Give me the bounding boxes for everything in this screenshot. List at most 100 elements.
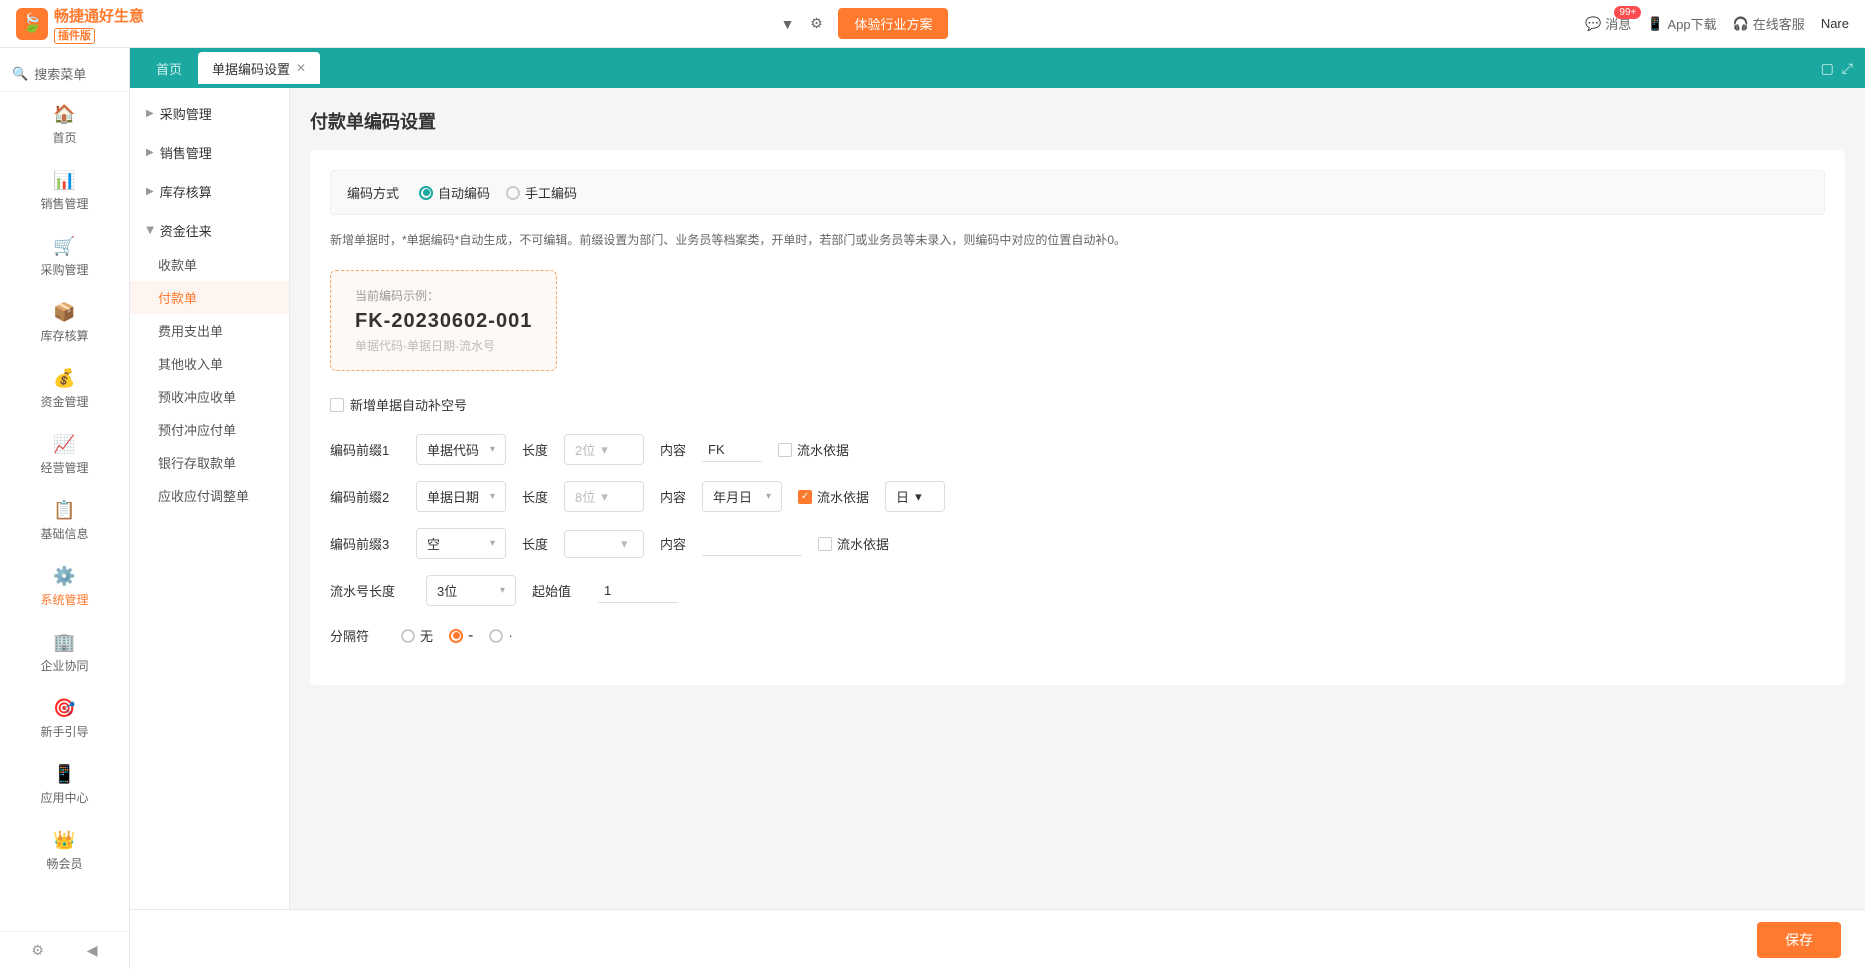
prefix1-select[interactable]: 单据代码 ▾: [416, 434, 506, 465]
nav-dropdown[interactable]: ▼: [781, 16, 795, 32]
sidebar-item-label: 销售管理: [40, 195, 88, 212]
sub-nav-header-sales[interactable]: ▶ 销售管理: [130, 135, 289, 170]
prefix1-label: 编码前缀1: [330, 440, 400, 459]
prefix2-length-label: 长度: [522, 487, 548, 506]
main-layout: 🔍 搜索菜单 🏠 首页 📊 销售管理 🛒 采购管理 📦 库存核算 💰 资金管理 …: [0, 48, 1865, 969]
prefix1-stream-label: 流水依据: [797, 440, 849, 459]
sub-nav-header-purchase[interactable]: ▶ 采购管理: [130, 96, 289, 131]
sidebar-bottom: ⚙ ◀: [0, 931, 129, 969]
prefix3-content-input[interactable]: [702, 532, 802, 556]
sidebar-item-home[interactable]: 🏠 首页: [0, 92, 129, 158]
sidebar-item-label: 畅会员: [46, 855, 82, 872]
finance-icon: 💰: [53, 368, 75, 389]
app-download-button[interactable]: 📱 App下载: [1647, 14, 1716, 33]
sidebar-item-system[interactable]: ⚙️ 系统管理: [0, 554, 129, 620]
prefix3-select[interactable]: 空 ▾: [416, 528, 506, 559]
prefix2-row: 编码前缀2 单据日期 ▾ 长度 8位 ▾ 内容 年月日: [330, 481, 1825, 512]
prefix2-select[interactable]: 单据日期 ▾: [416, 481, 506, 512]
sep-dot-label: ·: [508, 628, 512, 643]
sidebar-item-membership[interactable]: 👑 畅会员: [0, 818, 129, 884]
sub-nav-child-payment[interactable]: 付款单: [130, 281, 289, 314]
sep-dot-radio[interactable]: [489, 629, 503, 643]
sub-nav-header-capital[interactable]: ▶ 资金往来: [130, 213, 289, 248]
tab-close-icon[interactable]: ✕: [296, 61, 306, 75]
sidebar-item-app-center[interactable]: 📱 应用中心: [0, 752, 129, 818]
sidebar-collapse-icon[interactable]: ◀: [87, 942, 98, 959]
logo-tag: 插件版: [54, 28, 95, 44]
prefix2-stream-label: 流水依据: [817, 487, 869, 506]
code-preview-label: 当前编码示例：: [355, 287, 532, 304]
prefix3-row: 编码前缀3 空 ▾ 长度 ▾ 内容: [330, 528, 1825, 559]
sidebar-item-finance[interactable]: 💰 资金管理: [0, 356, 129, 422]
chevron-down-icon: ▾: [500, 585, 505, 596]
prefix1-stream-checkbox[interactable]: 流水依据: [778, 440, 849, 459]
sep-none-radio[interactable]: [401, 629, 415, 643]
sub-nav-child-bank-deposit[interactable]: 银行存取款单: [130, 446, 289, 479]
prefix3-length-label: 长度: [522, 534, 548, 553]
tab-fullscreen-icon[interactable]: ⤢: [1842, 60, 1853, 77]
sidebar-settings-icon[interactable]: ⚙: [31, 942, 44, 959]
tab-home[interactable]: 首页: [142, 52, 196, 84]
sub-nav-child-other-income[interactable]: 其他收入单: [130, 347, 289, 380]
prefix2-length-select[interactable]: 8位 ▾: [564, 481, 644, 512]
prefix2-length-value: 8位: [575, 487, 595, 506]
sidebar-item-base-info[interactable]: 📋 基础信息: [0, 488, 129, 554]
sidebar-item-operations[interactable]: 📈 经营管理: [0, 422, 129, 488]
sep-none-option[interactable]: 无: [401, 626, 433, 645]
prefix2-stream-checkbox[interactable]: ✓ 流水依据: [798, 487, 869, 506]
sidebar-item-label: 系统管理: [40, 591, 88, 608]
sub-nav-child-prepay-receivable[interactable]: 预收冲应收单: [130, 380, 289, 413]
prefix2-stream-cb[interactable]: ✓: [798, 490, 812, 504]
sub-nav-group-purchase: ▶ 采购管理: [130, 96, 289, 131]
serial-length-value: 3位: [437, 581, 457, 600]
sidebar-item-purchase[interactable]: 🛒 采购管理: [0, 224, 129, 290]
sep-dash-radio[interactable]: [449, 629, 463, 643]
auto-encode-option[interactable]: 自动编码: [419, 183, 490, 202]
auto-encode-radio[interactable]: [419, 186, 433, 200]
serial-length-label: 流水号长度: [330, 581, 410, 600]
sub-nav-child-prepay-payable[interactable]: 预付冲应付单: [130, 413, 289, 446]
sub-nav-child-expense[interactable]: 费用支出单: [130, 314, 289, 347]
prefix1-length-select[interactable]: 2位 ▾: [564, 434, 644, 465]
auto-fill-checkbox[interactable]: [330, 398, 344, 412]
prefix3-stream-cb[interactable]: [818, 537, 832, 551]
chevron-down-icon: ▶: [144, 227, 155, 235]
user-name[interactable]: Nare: [1821, 16, 1849, 31]
prefix2-content-select[interactable]: 年月日 ▾: [702, 481, 782, 512]
sidebar-item-label: 新手引导: [40, 723, 88, 740]
manual-encode-option[interactable]: 手工编码: [506, 183, 577, 202]
sidebar-search[interactable]: 🔍 搜索菜单: [0, 56, 129, 92]
tab-serial-code[interactable]: 单据编码设置 ✕: [198, 52, 320, 84]
sep-dash-option[interactable]: -: [449, 627, 473, 645]
tab-collapse-icon[interactable]: ▢: [1821, 60, 1834, 77]
sidebar-item-inventory[interactable]: 📦 库存核算: [0, 290, 129, 356]
auto-fill-label: 新增单据自动补空号: [350, 395, 467, 414]
manual-encode-radio[interactable]: [506, 186, 520, 200]
sidebar-item-label: 资金管理: [40, 393, 88, 410]
settings-button[interactable]: ⚙: [802, 10, 830, 38]
online-service-button[interactable]: 🎧 在线客服: [1733, 14, 1805, 33]
sub-nav-group-inventory: ▶ 库存核算: [130, 174, 289, 209]
save-button[interactable]: 保存: [1757, 922, 1841, 958]
prefix1-stream-cb[interactable]: [778, 443, 792, 457]
sidebar-item-guide[interactable]: 🎯 新手引导: [0, 686, 129, 752]
content-area: ▶ 采购管理 ▶ 销售管理 ▶ 库存核算: [130, 88, 1865, 909]
trial-button[interactable]: 体验行业方案: [838, 8, 948, 39]
prefix1-content-input[interactable]: [702, 438, 762, 462]
sub-nav-child-receivable-adjust[interactable]: 应收应付调整单: [130, 479, 289, 512]
message-button[interactable]: 💬 消息 99+: [1585, 14, 1631, 33]
sidebar-item-sales[interactable]: 📊 销售管理: [0, 158, 129, 224]
sidebar-item-enterprise[interactable]: 🏢 企业协同: [0, 620, 129, 686]
tab-serial-code-label: 单据编码设置: [212, 59, 290, 78]
prefix3-stream-checkbox[interactable]: 流水依据: [818, 534, 889, 553]
serial-length-select[interactable]: 3位 ▾: [426, 575, 516, 606]
top-bar-right: 💬 消息 99+ 📱 App下载 🎧 在线客服 Nare: [1585, 14, 1849, 33]
sub-nav-child-receipt[interactable]: 收款单: [130, 248, 289, 281]
enterprise-icon: 🏢: [53, 632, 75, 653]
prefix3-length-select[interactable]: ▾: [564, 530, 644, 558]
sep-dot-option[interactable]: ·: [489, 628, 512, 643]
sub-nav-purchase-label: 采购管理: [160, 104, 212, 123]
prefix2-day-select[interactable]: 日 ▾: [885, 481, 945, 512]
start-value-input[interactable]: [598, 579, 678, 603]
sub-nav-header-inventory[interactable]: ▶ 库存核算: [130, 174, 289, 209]
